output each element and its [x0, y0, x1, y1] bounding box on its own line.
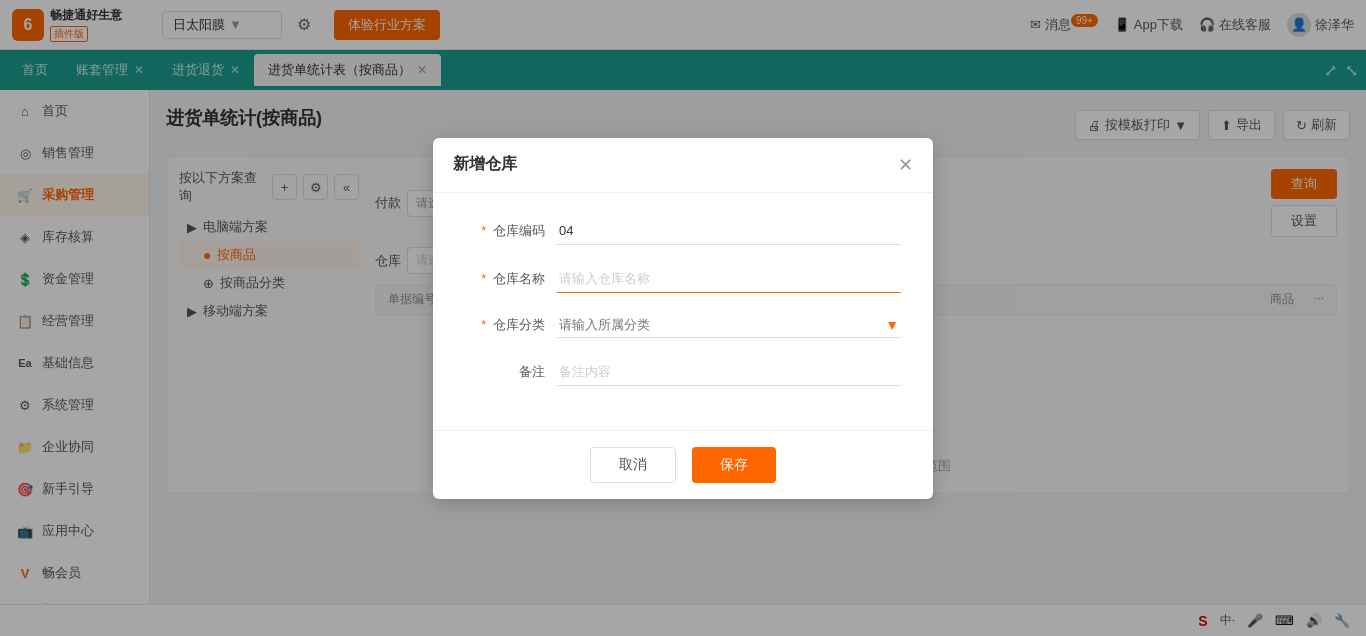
- modal-header: 新增仓库 ✕: [433, 138, 933, 193]
- warehouse-name-input[interactable]: [557, 265, 901, 293]
- warehouse-remark-field: 备注: [465, 358, 901, 386]
- save-button[interactable]: 保存: [692, 447, 776, 483]
- modal-overlay: 新增仓库 ✕ * 仓库编码 * 仓库名称: [0, 0, 1366, 636]
- warehouse-code-input[interactable]: [557, 217, 901, 245]
- category-input[interactable]: [559, 317, 885, 332]
- add-warehouse-modal: 新增仓库 ✕ * 仓库编码 * 仓库名称: [433, 138, 933, 499]
- warehouse-remark-input[interactable]: [557, 358, 901, 386]
- modal-title: 新增仓库: [453, 154, 517, 175]
- warehouse-category-field: * 仓库分类 ▼: [465, 313, 901, 338]
- close-icon[interactable]: ✕: [898, 154, 913, 176]
- warehouse-code-field: * 仓库编码: [465, 217, 901, 245]
- warehouse-category-select[interactable]: ▼: [557, 313, 901, 338]
- cancel-button[interactable]: 取消: [590, 447, 676, 483]
- modal-body: * 仓库编码 * 仓库名称 * 仓库分类: [433, 193, 933, 430]
- modal-footer: 取消 保存: [433, 430, 933, 499]
- chevron-down-icon: ▼: [885, 317, 899, 333]
- warehouse-name-field: * 仓库名称: [465, 265, 901, 293]
